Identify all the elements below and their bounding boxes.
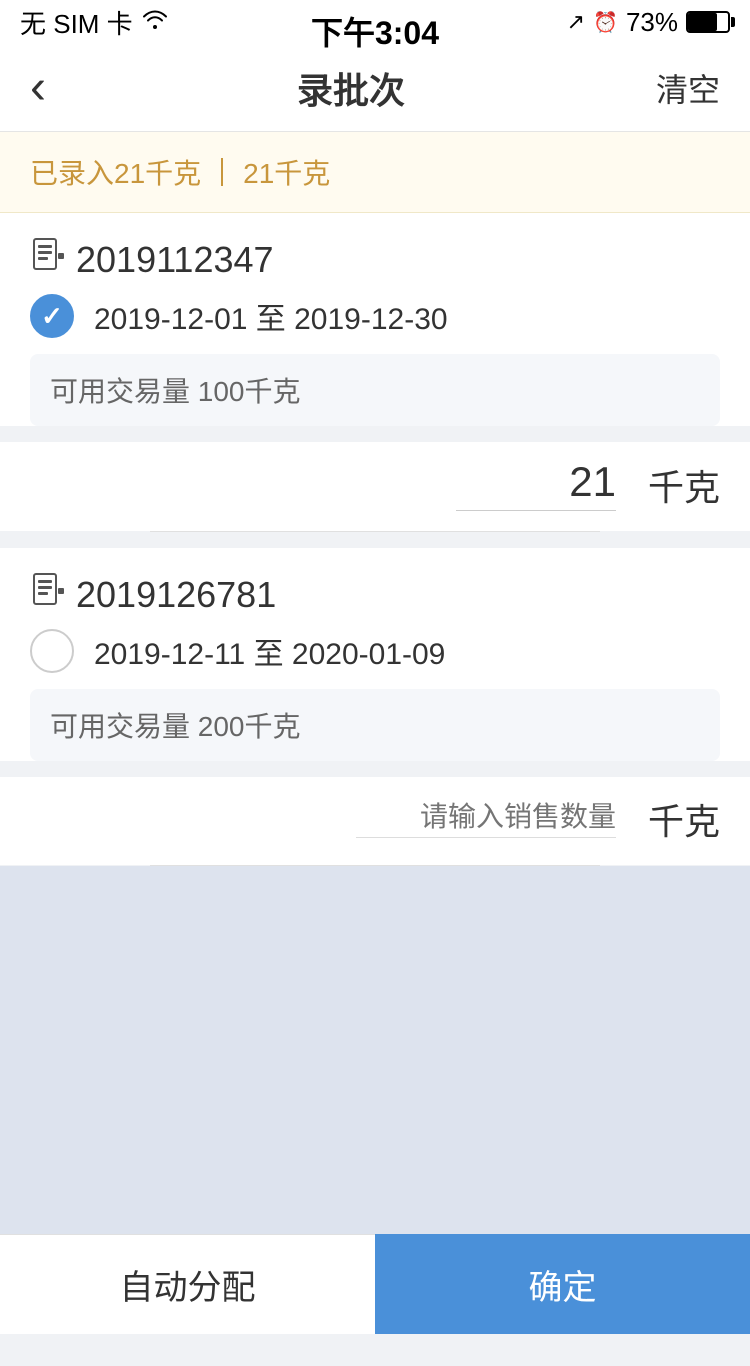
alarm-icon: ⏰: [593, 10, 618, 35]
no-sim-text: 无 SIM 卡: [20, 4, 133, 41]
confirm-label: 确定: [529, 1260, 597, 1309]
batch-date-2: 2019-12-11 至 2020-01-09: [94, 629, 445, 673]
quantity-input-1[interactable]: [456, 458, 616, 511]
status-time: 下午3:04: [311, 8, 439, 54]
available-qty-2: 可用交易量 200千克: [30, 689, 720, 761]
info-amount: 21千克: [243, 152, 330, 192]
clear-button[interactable]: 清空: [656, 65, 720, 111]
available-qty-1: 可用交易量 100千克: [30, 354, 720, 426]
battery-icon: [686, 11, 730, 33]
auto-distribute-button[interactable]: 自动分配: [0, 1234, 375, 1334]
bottom-bar: 自动分配 确定: [0, 1234, 750, 1334]
battery-percent: 73%: [626, 7, 678, 38]
batch-date-1: 2019-12-01 至 2019-12-30: [94, 294, 448, 338]
auto-distribute-label: 自动分配: [120, 1260, 256, 1309]
batch-item-1: 2019112347 ✓ 2019-12-01 至 2019-12-30 可用交…: [0, 213, 750, 426]
batch-doc-icon-1: [30, 237, 66, 282]
status-bar: 无 SIM 卡 下午3:04 ↗ ⏰ 73%: [0, 0, 750, 44]
location-icon: ↗: [567, 9, 585, 35]
batch-id-1: 2019112347: [76, 239, 274, 281]
batch-date-row-2[interactable]: 2019-12-11 至 2020-01-09: [30, 629, 720, 673]
info-banner: 已录入21千克 21千克: [0, 132, 750, 213]
info-divider: [221, 158, 223, 186]
batch-header-1: 2019112347: [30, 237, 720, 282]
wifi-icon: [141, 8, 169, 36]
unit-label-2: 千克: [648, 793, 720, 845]
quantity-row-1: 千克: [0, 442, 750, 531]
batch-radio-1[interactable]: ✓: [30, 294, 74, 338]
radio-check-icon-1: ✓: [41, 301, 63, 332]
back-button[interactable]: ‹: [30, 60, 46, 115]
confirm-button[interactable]: 确定: [375, 1234, 750, 1334]
quantity-row-2: 千克: [0, 777, 750, 865]
batch-date-row-1[interactable]: ✓ 2019-12-01 至 2019-12-30: [30, 294, 720, 338]
batch-radio-2[interactable]: [30, 629, 74, 673]
section-divider-1: [150, 531, 600, 532]
batch-item-2: 2019126781 2019-12-11 至 2020-01-09 可用交易量…: [0, 548, 750, 761]
empty-area: [0, 866, 750, 1266]
recorded-label: 已录入21千克: [30, 152, 201, 192]
batch-id-2: 2019126781: [76, 574, 276, 616]
quantity-input-2[interactable]: [356, 801, 616, 838]
unit-label-1: 千克: [648, 459, 720, 511]
status-right: ↗ ⏰ 73%: [567, 7, 730, 38]
page-title: 录批次: [297, 62, 405, 114]
nav-bar: ‹ 录批次 清空: [0, 44, 750, 132]
batch-header-2: 2019126781: [30, 572, 720, 617]
status-left: 无 SIM 卡: [20, 4, 169, 41]
batch-doc-icon-2: [30, 572, 66, 617]
